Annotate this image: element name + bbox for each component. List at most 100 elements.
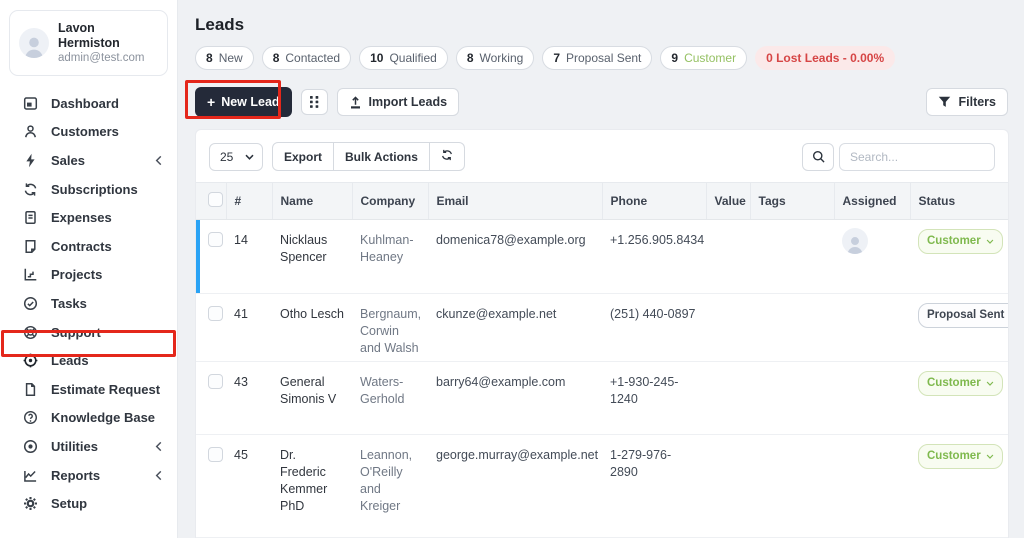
chevron-down-icon: [986, 381, 994, 386]
bulk-actions-button[interactable]: Bulk Actions: [334, 142, 430, 171]
refresh-button[interactable]: [429, 142, 465, 171]
setup-icon: [24, 497, 37, 511]
column-header-company[interactable]: Company: [351, 182, 428, 220]
user-avatar: [19, 28, 49, 58]
column-header-value[interactable]: Value: [705, 182, 750, 220]
sales-icon: [26, 153, 35, 168]
column-header-status[interactable]: Status: [909, 182, 1008, 220]
sidebar-item-subscriptions[interactable]: Subscriptions: [0, 175, 177, 204]
support-icon: [23, 325, 38, 339]
filter-icon: [939, 96, 951, 107]
sidebar-item-knowledge-base[interactable]: Knowledge Base: [0, 404, 177, 433]
row-checkbox[interactable]: [208, 447, 223, 462]
sidebar-item-customers[interactable]: Customers: [0, 118, 177, 147]
chevron-down-icon: [245, 154, 254, 160]
table-controls: 25 Export Bulk Actions: [196, 130, 1008, 182]
summary-pill-contacted[interactable]: 8 Contacted: [261, 46, 352, 70]
subscriptions-icon: [24, 182, 37, 196]
customers-icon: [24, 125, 37, 138]
upload-icon: [350, 95, 360, 108]
projects-icon: [24, 269, 37, 281]
chevron-down-icon: [986, 239, 994, 244]
contracts-icon: [25, 239, 36, 253]
search-button[interactable]: [802, 142, 834, 171]
lead-name-link[interactable]: Nicklaus Spencer: [280, 233, 327, 264]
table-row[interactable]: 14 Nicklaus Spencer Kuhlman-Heaney domen…: [196, 219, 1008, 294]
kanban-view-button[interactable]: [300, 89, 328, 115]
row-checkbox[interactable]: [208, 232, 223, 247]
table-header-row: # Name Company Email Phone Value Tags As…: [196, 182, 1008, 220]
column-header-email[interactable]: Email: [427, 182, 602, 220]
column-header-tags[interactable]: Tags: [749, 182, 834, 220]
chevron-down-icon: [986, 454, 994, 459]
table-row[interactable]: 41 Otho Lesch Bergnaum, Corwin and Walsh…: [196, 293, 1008, 362]
lead-name-link[interactable]: General Simonis V: [280, 375, 336, 406]
leads-table-card: 25 Export Bulk Actions Search... # Name …: [195, 129, 1009, 538]
status-dropdown[interactable]: Customer: [918, 444, 1003, 469]
lead-name-link[interactable]: Otho Lesch: [280, 307, 344, 321]
sidebar-nav: Dashboard Customers Sales Subscriptions …: [0, 89, 177, 518]
user-email: admin@test.com: [58, 52, 145, 64]
page-title: Leads: [195, 15, 245, 34]
chevron-left-icon: [155, 470, 162, 480]
utilities-icon: [23, 439, 38, 453]
import-leads-button[interactable]: Import Leads: [336, 88, 460, 116]
summary-pill-proposal-sent[interactable]: 7 Proposal Sent: [542, 46, 653, 70]
search-icon: [812, 150, 825, 163]
estimate-request-icon: [25, 382, 36, 396]
grid-icon: [309, 96, 318, 108]
reports-icon: [24, 470, 37, 482]
sidebar-item-estimate-request[interactable]: Estimate Request: [0, 375, 177, 404]
sidebar-item-projects[interactable]: Projects: [0, 261, 177, 290]
column-header-phone[interactable]: Phone: [601, 182, 706, 220]
filters-button[interactable]: Filters: [926, 88, 1008, 116]
user-card[interactable]: Lavon Hermiston admin@test.com: [9, 10, 168, 76]
tasks-icon: [23, 296, 38, 311]
assigned-avatar[interactable]: [842, 228, 868, 254]
sidebar-item-reports[interactable]: Reports: [0, 461, 177, 490]
sidebar-item-support[interactable]: Support: [0, 318, 177, 347]
knowledge-base-icon: [23, 411, 38, 425]
status-dropdown[interactable]: Customer: [918, 371, 1003, 396]
row-checkbox[interactable]: [208, 306, 223, 321]
summary-pill-working[interactable]: 8 Working: [455, 46, 535, 70]
leads-icon: [23, 353, 38, 368]
chevron-left-icon: [155, 155, 162, 166]
sidebar-item-utilities[interactable]: Utilities: [0, 432, 177, 461]
export-button[interactable]: Export: [272, 142, 335, 171]
sidebar-item-sales[interactable]: Sales: [0, 146, 177, 175]
summary-pill-customer[interactable]: 9 Customer: [660, 46, 748, 70]
sidebar-item-contracts[interactable]: Contracts: [0, 232, 177, 261]
sidebar-item-leads[interactable]: Leads: [0, 346, 177, 375]
main-content: Leads 8 New 8 Contacted 10 Qualified 8 Worki…: [178, 0, 1024, 538]
select-all-checkbox[interactable]: [208, 192, 223, 207]
sidebar-item-dashboard[interactable]: Dashboard: [0, 89, 177, 118]
column-header-assigned[interactable]: Assigned: [833, 182, 910, 220]
summary-pill-lost-leads[interactable]: 0 Lost Leads - 0.00%: [755, 46, 896, 70]
expenses-icon: [25, 211, 36, 225]
column-header-id[interactable]: #: [225, 182, 272, 220]
status-dropdown[interactable]: Customer: [918, 229, 1003, 254]
sidebar-item-expenses[interactable]: Expenses: [0, 203, 177, 232]
table-row[interactable]: 45 Dr. Frederic Kemmer PhD Leannon, O'Re…: [196, 434, 1008, 538]
plus-icon: +: [207, 94, 216, 110]
table-row[interactable]: 43 General Simonis V Waters-Gerhold barr…: [196, 361, 1008, 435]
leads-table: # Name Company Email Phone Value Tags As…: [196, 182, 1008, 538]
table-actions-group: Export Bulk Actions: [272, 142, 465, 171]
toolbar: + New Lead Import Leads: [195, 87, 1009, 117]
chevron-left-icon: [155, 441, 162, 452]
summary-pill-qualified[interactable]: 10 Qualified: [359, 46, 448, 70]
status-dropdown[interactable]: Proposal Sent: [918, 303, 1008, 328]
sidebar: Lavon Hermiston admin@test.com Dashboard…: [0, 0, 178, 538]
sidebar-item-tasks[interactable]: Tasks: [0, 289, 177, 318]
summary-pill-new[interactable]: 8 New: [195, 46, 254, 70]
lead-name-link[interactable]: Dr. Frederic Kemmer PhD: [280, 448, 327, 513]
lead-summary-row: 8 New 8 Contacted 10 Qualified 8 Working 7 Pr…: [195, 46, 1009, 70]
search-input[interactable]: [839, 142, 995, 171]
page-size-select[interactable]: 25: [209, 142, 263, 171]
new-lead-button[interactable]: + New Lead: [195, 87, 292, 117]
row-checkbox[interactable]: [208, 374, 223, 389]
sidebar-item-setup[interactable]: Setup: [0, 489, 177, 518]
refresh-icon: [441, 149, 452, 161]
column-header-name[interactable]: Name: [271, 182, 352, 220]
